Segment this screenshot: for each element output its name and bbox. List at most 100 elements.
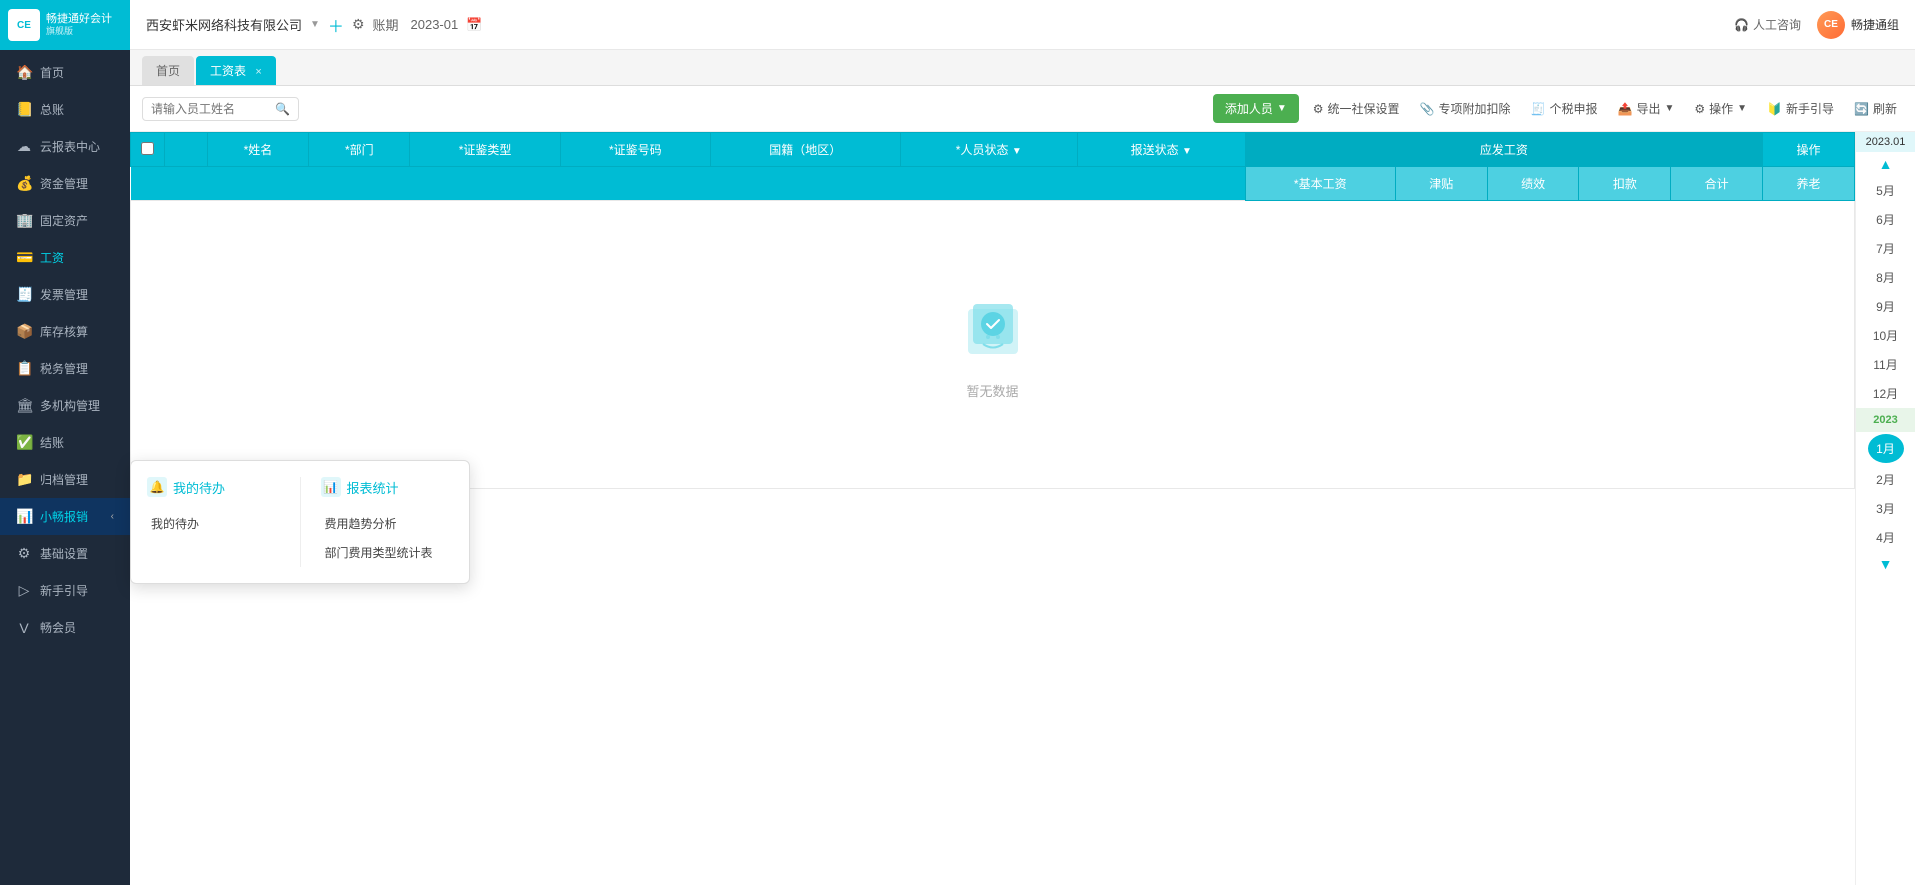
period-value: 2023-01: [411, 17, 459, 32]
th-checkbox[interactable]: [131, 133, 165, 167]
special-deduct-button[interactable]: 📎 专项附加扣除: [1414, 96, 1517, 121]
expense-icon: 📊: [16, 508, 32, 525]
settings-icon: ⚙: [16, 545, 32, 562]
company-name: 西安虾米网络科技有限公司: [146, 15, 302, 34]
month-item-6[interactable]: 6月: [1856, 205, 1915, 234]
th-total: 合计: [1671, 167, 1763, 201]
report-icon: 📊: [321, 477, 341, 497]
salary-table: *姓名 *部门 *证鉴类型 *证鉴号码 国籍（地区） *人员状态 ▼ 报送状态 …: [130, 132, 1855, 489]
social-security-button[interactable]: ⚙ 统一社保设置: [1307, 96, 1406, 121]
popup-item-dept-cost[interactable]: 部门费用类型统计表: [321, 538, 454, 567]
inventory-icon: 📦: [16, 323, 32, 340]
search-icon: 🔍: [275, 102, 290, 116]
topbar: 西安虾米网络科技有限公司 ▼ ＋ ⚙ 账期 2023-01 📅 🎧 人工咨询 C…: [130, 0, 1915, 50]
month-item-8[interactable]: 8月: [1856, 263, 1915, 292]
sidebar-item-archive[interactable]: 📁 归档管理: [0, 461, 130, 498]
add-person-button[interactable]: 添加人员 ▼: [1213, 94, 1299, 123]
sidebar-item-member[interactable]: V 畅会员: [0, 609, 130, 646]
sidebar-item-new-guide[interactable]: ▷ 新手引导: [0, 572, 130, 609]
sidebar-item-fixed-assets[interactable]: 🏢 固定资产: [0, 202, 130, 239]
popup-item-cost-trend[interactable]: 费用趋势分析: [321, 509, 454, 538]
ledger-icon: 📒: [16, 101, 32, 118]
th-pension: 养老: [1763, 167, 1855, 201]
company-dropdown-arrow[interactable]: ▼: [310, 19, 320, 30]
sidebar-item-inventory[interactable]: 📦 库存核算: [0, 313, 130, 350]
fixed-assets-icon: 🏢: [16, 212, 32, 229]
month-item-11[interactable]: 11月: [1856, 350, 1915, 379]
individual-tax-button[interactable]: 🧾 个税申报: [1525, 96, 1604, 121]
month-item-1[interactable]: 1月: [1868, 434, 1904, 463]
operate-dropdown-arrow: ▼: [1737, 103, 1747, 114]
month-item-2[interactable]: 2月: [1856, 465, 1915, 494]
th-should-pay: 应发工资: [1245, 133, 1762, 167]
sidebar-item-invoice[interactable]: 🧾 发票管理: [0, 276, 130, 313]
sidebar-item-fund[interactable]: 💰 资金管理: [0, 165, 130, 202]
operate-button[interactable]: ⚙ 操作 ▼: [1688, 96, 1753, 121]
th-personnel-status: *人员状态 ▼: [900, 133, 1077, 167]
add-company-button[interactable]: ＋: [328, 13, 344, 37]
sidebar-item-cloud-report[interactable]: ☁ 云报表中心: [0, 128, 130, 165]
sidebar-item-checkout[interactable]: ✅ 结账: [0, 424, 130, 461]
tab-home[interactable]: 首页: [142, 56, 194, 85]
month-scroll-up[interactable]: ▲: [1856, 152, 1915, 176]
export-icon: 📤: [1618, 102, 1633, 116]
refresh-button[interactable]: 🔄 刷新: [1848, 96, 1903, 121]
month-item-4[interactable]: 4月: [1856, 523, 1915, 552]
sidebar-item-basic-settings[interactable]: ⚙ 基础设置: [0, 535, 130, 572]
tabbar: 首页 工资表 ×: [130, 50, 1915, 86]
year-label-2023: 2023: [1856, 408, 1915, 432]
period-calendar-icon[interactable]: 📅: [466, 17, 482, 33]
user-menu[interactable]: CE 畅捷通组: [1817, 11, 1899, 39]
new-guide-button[interactable]: 🔰 新手引导: [1761, 96, 1840, 121]
sidebar-item-xiaochangxiao[interactable]: 📊 小畅报销 ‹: [0, 498, 130, 535]
empty-state: 暂无数据: [141, 209, 1844, 480]
empty-state-row: 暂无数据: [131, 201, 1855, 489]
month-item-10[interactable]: 10月: [1856, 321, 1915, 350]
month-item-3[interactable]: 3月: [1856, 494, 1915, 523]
popup-menu: 🔔 我的待办 我的待办 📊 报表统计 费用趋势分析 部门费用类型统计表: [130, 460, 470, 584]
pending-icon: 🔔: [147, 477, 167, 497]
month-scroll-down[interactable]: ▼: [1856, 552, 1915, 576]
guide-icon: ▷: [16, 582, 32, 599]
th-name: *姓名: [207, 133, 308, 167]
sidebar-item-ledger[interactable]: 📒 总账: [0, 91, 130, 128]
multi-org-icon: 🏛: [16, 397, 32, 414]
popup-col2-header: 📊 报表统计: [321, 477, 454, 497]
tax-icon: 📋: [16, 360, 32, 377]
sidebar-item-salary[interactable]: 💳 工资: [0, 239, 130, 276]
headset-icon: 🎧: [1734, 18, 1749, 32]
popup-col1-header: 🔔 我的待办: [147, 477, 280, 497]
month-item-9[interactable]: 9月: [1856, 292, 1915, 321]
th-performance: 绩效: [1487, 167, 1579, 201]
home-icon: 🏠: [16, 64, 32, 81]
month-item-7[interactable]: 7月: [1856, 234, 1915, 263]
th-basic-salary: *基本工资: [1245, 167, 1395, 201]
export-button[interactable]: 📤 导出 ▼: [1612, 96, 1681, 121]
archive-icon: 📁: [16, 471, 32, 488]
user-name: 畅捷通组: [1851, 16, 1899, 33]
new-guide-icon: 🔰: [1767, 102, 1782, 116]
toolbar-actions: 添加人员 ▼ ⚙ 统一社保设置 📎 专项附加扣除 🧾 个税申报 📤 导: [1213, 94, 1903, 123]
app-logo: CE 畅捷通好会计 旗舰版: [0, 0, 130, 50]
popup-divider: [300, 477, 301, 567]
empty-text: 暂无数据: [966, 381, 1018, 400]
period-col-header: 2023.01: [1856, 132, 1915, 152]
month-item-12[interactable]: 12月: [1856, 379, 1915, 408]
special-deduct-icon: 📎: [1420, 102, 1435, 116]
search-input[interactable]: [151, 102, 271, 116]
sidebar-item-tax[interactable]: 📋 税务管理: [0, 350, 130, 387]
sidebar-item-home[interactable]: 🏠 首页: [0, 54, 130, 91]
social-security-icon: ⚙: [1313, 102, 1324, 116]
service-button[interactable]: 🎧 人工咨询: [1734, 16, 1801, 33]
settings-button[interactable]: ⚙: [352, 16, 365, 33]
popup-item-pending[interactable]: 我的待办: [147, 509, 280, 538]
tab-salary-table[interactable]: 工资表 ×: [196, 56, 276, 85]
close-tab-button[interactable]: ×: [255, 66, 261, 78]
select-all-checkbox[interactable]: [141, 142, 154, 155]
toolbar: 🔍 添加人员 ▼ ⚙ 统一社保设置 📎 专项附加扣除 🧾 个税申报: [130, 86, 1915, 132]
th-job-no: [165, 133, 208, 167]
month-item-5[interactable]: 5月: [1856, 176, 1915, 205]
th-country: 国籍（地区）: [710, 133, 900, 167]
sidebar-item-multi-org[interactable]: 🏛 多机构管理: [0, 387, 130, 424]
th-operate: 操作: [1763, 133, 1855, 167]
